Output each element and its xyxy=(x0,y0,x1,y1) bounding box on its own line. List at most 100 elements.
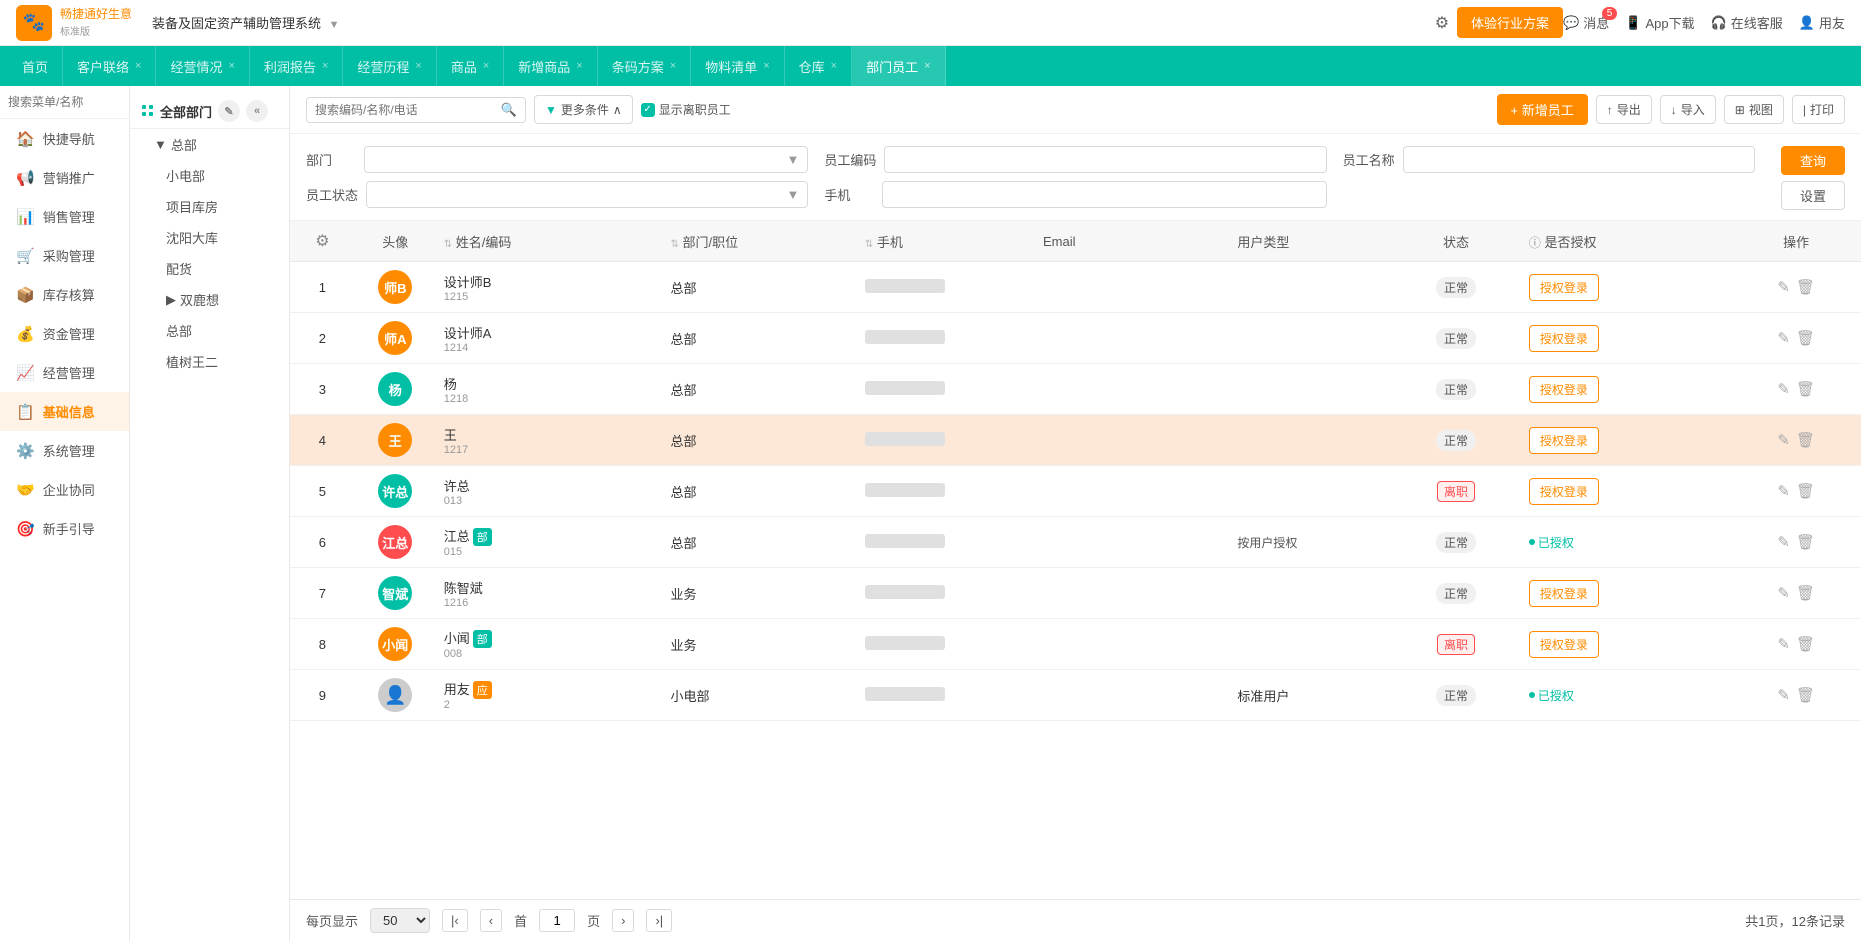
dept-edit-button[interactable]: ✎ xyxy=(218,100,240,122)
search-input[interactable] xyxy=(315,103,495,117)
sort-phone-icon[interactable]: ⇅ xyxy=(865,239,873,250)
auth-login-button[interactable]: 授权登录 xyxy=(1529,376,1599,403)
auth-login-button[interactable]: 授权登录 xyxy=(1529,274,1599,301)
edit-icon[interactable]: ✎ xyxy=(1777,584,1790,602)
tab-warehouse[interactable]: 仓库 × xyxy=(785,46,852,86)
prev-page-button[interactable]: ‹ xyxy=(480,909,502,932)
edit-icon[interactable]: ✎ xyxy=(1777,431,1790,449)
tab-home[interactable]: 首页 xyxy=(8,46,63,86)
sort-dept-icon[interactable]: ⇅ xyxy=(670,239,678,250)
edit-icon[interactable]: ✎ xyxy=(1777,482,1790,500)
delete-icon[interactable]: 🗑 xyxy=(1796,380,1815,398)
print-icon: | xyxy=(1803,103,1806,117)
auth-login-button[interactable]: 授权登录 xyxy=(1529,631,1599,658)
sidebar-item-quick-nav[interactable]: 🏠 快捷导航 xyxy=(0,119,129,158)
dept-node-distribution[interactable]: 配货 xyxy=(130,253,289,284)
tab-operation[interactable]: 经营情况 × xyxy=(156,46,249,86)
row-dept: 总部 xyxy=(662,466,856,517)
edit-icon[interactable]: ✎ xyxy=(1777,329,1790,347)
delete-icon[interactable]: 🗑 xyxy=(1796,686,1815,704)
filter-status-row: 员工状态 ▼ xyxy=(306,181,808,208)
delete-icon[interactable]: 🗑 xyxy=(1796,533,1815,551)
first-page-button[interactable]: |‹ xyxy=(442,909,468,932)
view-button[interactable]: ⊞ 视图 xyxy=(1724,95,1784,124)
page-size-select[interactable]: 50 20 100 xyxy=(370,908,430,933)
auth-login-button[interactable]: 授权登录 xyxy=(1529,478,1599,505)
row-dept: 总部 xyxy=(662,313,856,364)
online-support-button[interactable]: 🎧 在线客服 xyxy=(1711,13,1783,32)
page-number-input[interactable] xyxy=(539,909,575,932)
sidebar-item-business[interactable]: 📈 经营管理 xyxy=(0,353,129,392)
dept-node-shuangluxiang[interactable]: ▶ 双鹿想 xyxy=(130,284,289,315)
dept-header-label: 全部部门 xyxy=(160,102,212,121)
dept-node-hq[interactable]: 总部 xyxy=(130,315,289,346)
edit-icon[interactable]: ✎ xyxy=(1777,686,1790,704)
tab-customer[interactable]: 客户联络 × xyxy=(63,46,156,86)
sidebar-item-inventory[interactable]: 📦 库存核算 xyxy=(0,275,129,314)
edit-icon[interactable]: ✎ xyxy=(1777,278,1790,296)
sidebar-item-marketing[interactable]: 📢 营销推广 xyxy=(0,158,129,197)
delete-icon[interactable]: 🗑 xyxy=(1796,431,1815,449)
auth-granted-label: 已授权 xyxy=(1529,534,1724,551)
tab-new-goods[interactable]: 新增商品 × xyxy=(504,46,597,86)
delete-icon[interactable]: 🗑 xyxy=(1796,635,1815,653)
edit-icon[interactable]: ✎ xyxy=(1777,533,1790,551)
settings-gear-icon[interactable]: ⚙ xyxy=(1435,13,1449,33)
support-icon: 🎧 xyxy=(1711,15,1727,31)
sidebar-item-finance[interactable]: 💰 资金管理 xyxy=(0,314,129,353)
delete-icon[interactable]: 🗑 xyxy=(1796,584,1815,602)
sort-name-icon[interactable]: ⇅ xyxy=(444,239,452,250)
sidebar-item-basic[interactable]: 📋 基础信息 xyxy=(0,392,129,431)
trial-button[interactable]: 体验行业方案 xyxy=(1457,7,1563,38)
next-page-button[interactable]: › xyxy=(612,909,634,932)
row-dept: 总部 xyxy=(662,415,856,466)
tab-history[interactable]: 经营历程 × xyxy=(343,46,436,86)
auth-login-button[interactable]: 授权登录 xyxy=(1529,325,1599,352)
empcode-filter-input[interactable] xyxy=(884,146,1326,173)
table-settings-icon[interactable]: ⚙ xyxy=(315,233,329,250)
sidebar-item-guide[interactable]: 🎯 新手引导 xyxy=(0,509,129,548)
add-employee-button[interactable]: + 新增员工 xyxy=(1497,94,1588,125)
delete-icon[interactable]: 🗑 xyxy=(1796,482,1815,500)
sidebar-item-purchase[interactable]: 🛒 采购管理 xyxy=(0,236,129,275)
more-filter-button[interactable]: ▼ 更多条件 ∧ xyxy=(534,95,633,124)
dept-collapse-button[interactable]: « xyxy=(246,100,268,122)
page-size-label: 每页显示 xyxy=(306,911,358,930)
edit-icon[interactable]: ✎ xyxy=(1777,635,1790,653)
tab-profit[interactable]: 利润报告 × xyxy=(250,46,343,86)
show-resign-checkbox[interactable]: ✓ 显示离职员工 xyxy=(641,101,731,118)
sidebar-item-collab[interactable]: 🤝 企业协同 xyxy=(0,470,129,509)
dept-filter-select[interactable]: ▼ xyxy=(364,146,808,173)
dept-node-headquarter[interactable]: ▼ 总部 xyxy=(130,129,289,160)
row-auth: 已授权 xyxy=(1521,517,1732,568)
edit-icon[interactable]: ✎ xyxy=(1777,380,1790,398)
user-avatar[interactable]: 👤 用友 xyxy=(1799,13,1845,32)
dept-node-zhishu[interactable]: 植树王二 xyxy=(130,346,289,377)
tab-goods[interactable]: 商品 × xyxy=(437,46,504,86)
dept-node-shenyang[interactable]: 沈阳大库 xyxy=(130,222,289,253)
tab-barcode[interactable]: 条码方案 × xyxy=(598,46,691,86)
empname-filter-input[interactable] xyxy=(1403,146,1755,173)
import-button[interactable]: ↓ 导入 xyxy=(1660,95,1716,124)
dept-node-small-electric[interactable]: 小电部 xyxy=(130,160,289,191)
tab-bom[interactable]: 物料清单 × xyxy=(691,46,784,86)
top-right-area: 💬 消息 5 📱 App下载 🎧 在线客服 👤 用友 xyxy=(1563,13,1845,32)
export-button[interactable]: ↑ 导出 xyxy=(1596,95,1652,124)
dept-node-project-room[interactable]: 项目库房 xyxy=(130,191,289,222)
sidebar-search-input[interactable] xyxy=(8,95,130,109)
auth-login-button[interactable]: 授权登录 xyxy=(1529,580,1599,607)
sidebar-item-sales[interactable]: 📊 销售管理 xyxy=(0,197,129,236)
app-download-button[interactable]: 📱 App下载 xyxy=(1625,13,1694,32)
message-button[interactable]: 💬 消息 5 xyxy=(1563,13,1609,32)
query-button[interactable]: 查询 xyxy=(1781,146,1845,175)
tab-employee[interactable]: 部门员工 × xyxy=(852,46,945,86)
auth-login-button[interactable]: 授权登录 xyxy=(1529,427,1599,454)
status-filter-select[interactable]: ▼ xyxy=(366,181,808,208)
sidebar-item-system[interactable]: ⚙️ 系统管理 xyxy=(0,431,129,470)
phone-filter-input[interactable] xyxy=(882,181,1326,208)
delete-icon[interactable]: 🗑 xyxy=(1796,278,1815,296)
last-page-button[interactable]: ›| xyxy=(646,909,672,932)
print-button[interactable]: | 打印 xyxy=(1792,95,1845,124)
set-button[interactable]: 设置 xyxy=(1781,181,1845,210)
delete-icon[interactable]: 🗑 xyxy=(1796,329,1815,347)
